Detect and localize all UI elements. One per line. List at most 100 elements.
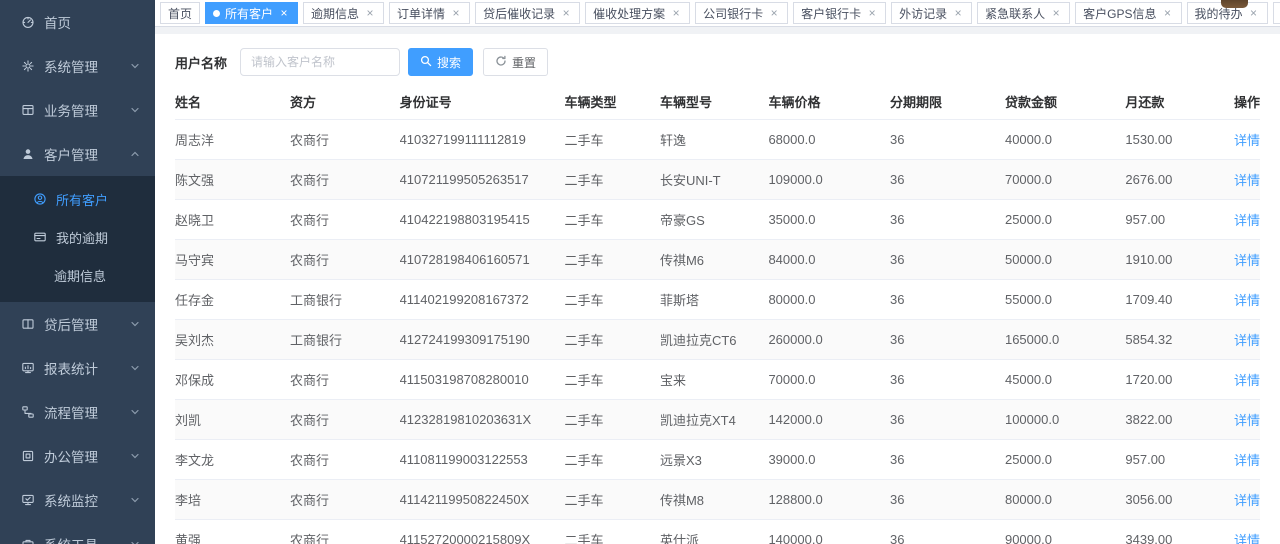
sidebar-item-home[interactable]: 首页	[0, 0, 155, 44]
cell-loan-amount: 80000.0	[1005, 480, 1125, 520]
tab-customer-bank-card[interactable]: 客户银行卡×	[793, 2, 886, 24]
cell-funder: 农商行	[290, 200, 400, 240]
details-link[interactable]: 详情	[1234, 413, 1260, 428]
cell-vehicle-price: 140000.0	[768, 520, 890, 544]
tab-my-process[interactable]: 我的流程×	[1273, 2, 1280, 24]
gear-icon	[20, 59, 35, 74]
sidebar-item-process-mgmt[interactable]: 流程管理	[0, 390, 155, 434]
cell-installment-term: 36	[890, 280, 1005, 320]
close-icon[interactable]: ×	[768, 7, 780, 19]
cell-vehicle-model: 菲斯塔	[660, 280, 769, 320]
cell-loan-amount: 45000.0	[1005, 360, 1125, 400]
cell-action: 详情	[1223, 520, 1260, 544]
cell-loan-amount: 90000.0	[1005, 520, 1125, 544]
close-icon[interactable]: ×	[560, 7, 572, 19]
details-link[interactable]: 详情	[1234, 373, 1260, 388]
tab-label: 客户GPS信息	[1083, 5, 1156, 22]
cell-monthly-payment: 957.00	[1125, 200, 1223, 240]
details-link[interactable]: 详情	[1234, 253, 1260, 268]
cell-installment-term: 36	[890, 360, 1005, 400]
cell-id-number: 411503198708280010	[400, 360, 565, 400]
tab-customer-gps[interactable]: 客户GPS信息 ×	[1075, 2, 1181, 24]
toolbox-icon	[20, 537, 35, 544]
cell-vehicle-type: 二手车	[564, 360, 659, 400]
cell-monthly-payment: 1720.00	[1125, 360, 1223, 400]
tab-label: 所有客户	[225, 5, 273, 22]
table-row: 马守宾农商行410728198406160571二手车传祺M684000.036…	[175, 240, 1260, 280]
sidebar-item-office-mgmt[interactable]: 办公管理	[0, 434, 155, 478]
sidebar-subitem-all-customers[interactable]: 所有客户	[0, 180, 155, 218]
tab-post-loan-collection-record[interactable]: 贷后催收记录×	[475, 2, 580, 24]
cell-action: 详情	[1223, 480, 1260, 520]
reset-button[interactable]: 重置	[483, 48, 548, 76]
cell-installment-term: 36	[890, 160, 1005, 200]
sidebar-subitem-overdue-info[interactable]: 逾期信息	[0, 256, 155, 294]
sidebar-item-system-mgmt[interactable]: 系统管理	[0, 44, 155, 88]
details-link[interactable]: 详情	[1234, 533, 1260, 544]
tab-collection-plan[interactable]: 催收处理方案×	[585, 2, 690, 24]
details-link[interactable]: 详情	[1234, 293, 1260, 308]
sidebar-item-system-monitor[interactable]: 系统监控	[0, 478, 155, 522]
details-link[interactable]: 详情	[1234, 133, 1260, 148]
cell-vehicle-model: 英仕派	[660, 520, 769, 544]
tab-emergency-contact[interactable]: 紧急联系人×	[977, 2, 1070, 24]
cell-action: 详情	[1223, 160, 1260, 200]
close-icon[interactable]: ×	[866, 7, 878, 19]
cell-action: 详情	[1223, 400, 1260, 440]
cell-vehicle-type: 二手车	[564, 280, 659, 320]
avatar[interactable]	[1221, 0, 1248, 8]
cell-installment-term: 36	[890, 480, 1005, 520]
cell-vehicle-type: 二手车	[564, 440, 659, 480]
close-icon[interactable]: ×	[670, 7, 682, 19]
cell-vehicle-price: 84000.0	[768, 240, 890, 280]
details-link[interactable]: 详情	[1234, 173, 1260, 188]
table-header-row: 姓名资方身份证号车辆类型车辆型号车辆价格分期期限贷款金额月还款操作	[175, 84, 1260, 120]
cell-name: 邓保成	[175, 360, 290, 400]
cell-vehicle-model: 凯迪拉克CT6	[660, 320, 769, 360]
close-icon[interactable]: ×	[1162, 7, 1174, 19]
sidebar-subitem-my-overdue[interactable]: 我的逾期	[0, 218, 155, 256]
details-link[interactable]: 详情	[1234, 333, 1260, 348]
close-icon[interactable]: ×	[278, 7, 290, 19]
tab-overdue-info[interactable]: 逾期信息×	[303, 2, 384, 24]
tab-all-customers[interactable]: 所有客户 ×	[205, 2, 298, 24]
sidebar-item-business-mgmt[interactable]: 业务管理	[0, 88, 155, 132]
cell-vehicle-model: 长安UNI-T	[660, 160, 769, 200]
cell-installment-term: 36	[890, 240, 1005, 280]
sidebar-item-label: 系统工具	[44, 534, 98, 544]
tab-visit-record[interactable]: 外访记录×	[891, 2, 972, 24]
sidebar-item-post-loan-mgmt[interactable]: 贷后管理	[0, 302, 155, 346]
refresh-icon	[495, 55, 507, 70]
sidebar-item-customer-mgmt[interactable]: 客户管理	[0, 132, 155, 176]
search-button[interactable]: 搜索	[408, 48, 473, 76]
details-link[interactable]: 详情	[1234, 493, 1260, 508]
chevron-down-icon	[130, 451, 140, 461]
details-link[interactable]: 详情	[1234, 453, 1260, 468]
customer-table: 姓名资方身份证号车辆类型车辆型号车辆价格分期期限贷款金额月还款操作 周志洋农商行…	[175, 84, 1260, 544]
search-input[interactable]	[240, 48, 400, 76]
close-icon[interactable]: ×	[364, 7, 376, 19]
close-icon[interactable]: ×	[952, 7, 964, 19]
tab-order-detail[interactable]: 订单详情 ×	[389, 2, 470, 24]
sidebar-item-label: 我的逾期	[56, 228, 108, 247]
tab-home[interactable]: 首页	[160, 2, 200, 24]
close-icon[interactable]: ×	[1248, 7, 1260, 19]
cell-vehicle-type: 二手车	[564, 160, 659, 200]
search-button-label: 搜索	[437, 54, 461, 71]
book-icon	[20, 317, 35, 332]
cell-installment-term: 36	[890, 200, 1005, 240]
tab-label: 订单详情	[397, 5, 445, 22]
close-icon[interactable]: ×	[1050, 7, 1062, 19]
col-header-vehicle-type: 车辆类型	[564, 84, 659, 120]
sidebar-item-report-stats[interactable]: 报表统计	[0, 346, 155, 390]
sidebar-item-system-tools[interactable]: 系统工具	[0, 522, 155, 544]
tab-company-bank-card[interactable]: 公司银行卡×	[695, 2, 788, 24]
tabbar-content-gap	[155, 27, 1280, 34]
close-icon[interactable]: ×	[450, 7, 462, 19]
col-header-name: 姓名	[175, 84, 290, 120]
chevron-down-icon	[130, 495, 140, 505]
table-body: 周志洋农商行410327199111112819二手车轩逸68000.03640…	[175, 120, 1260, 544]
col-header-action: 操作	[1223, 84, 1260, 120]
details-link[interactable]: 详情	[1234, 213, 1260, 228]
sidebar-item-label: 报表统计	[44, 358, 98, 378]
